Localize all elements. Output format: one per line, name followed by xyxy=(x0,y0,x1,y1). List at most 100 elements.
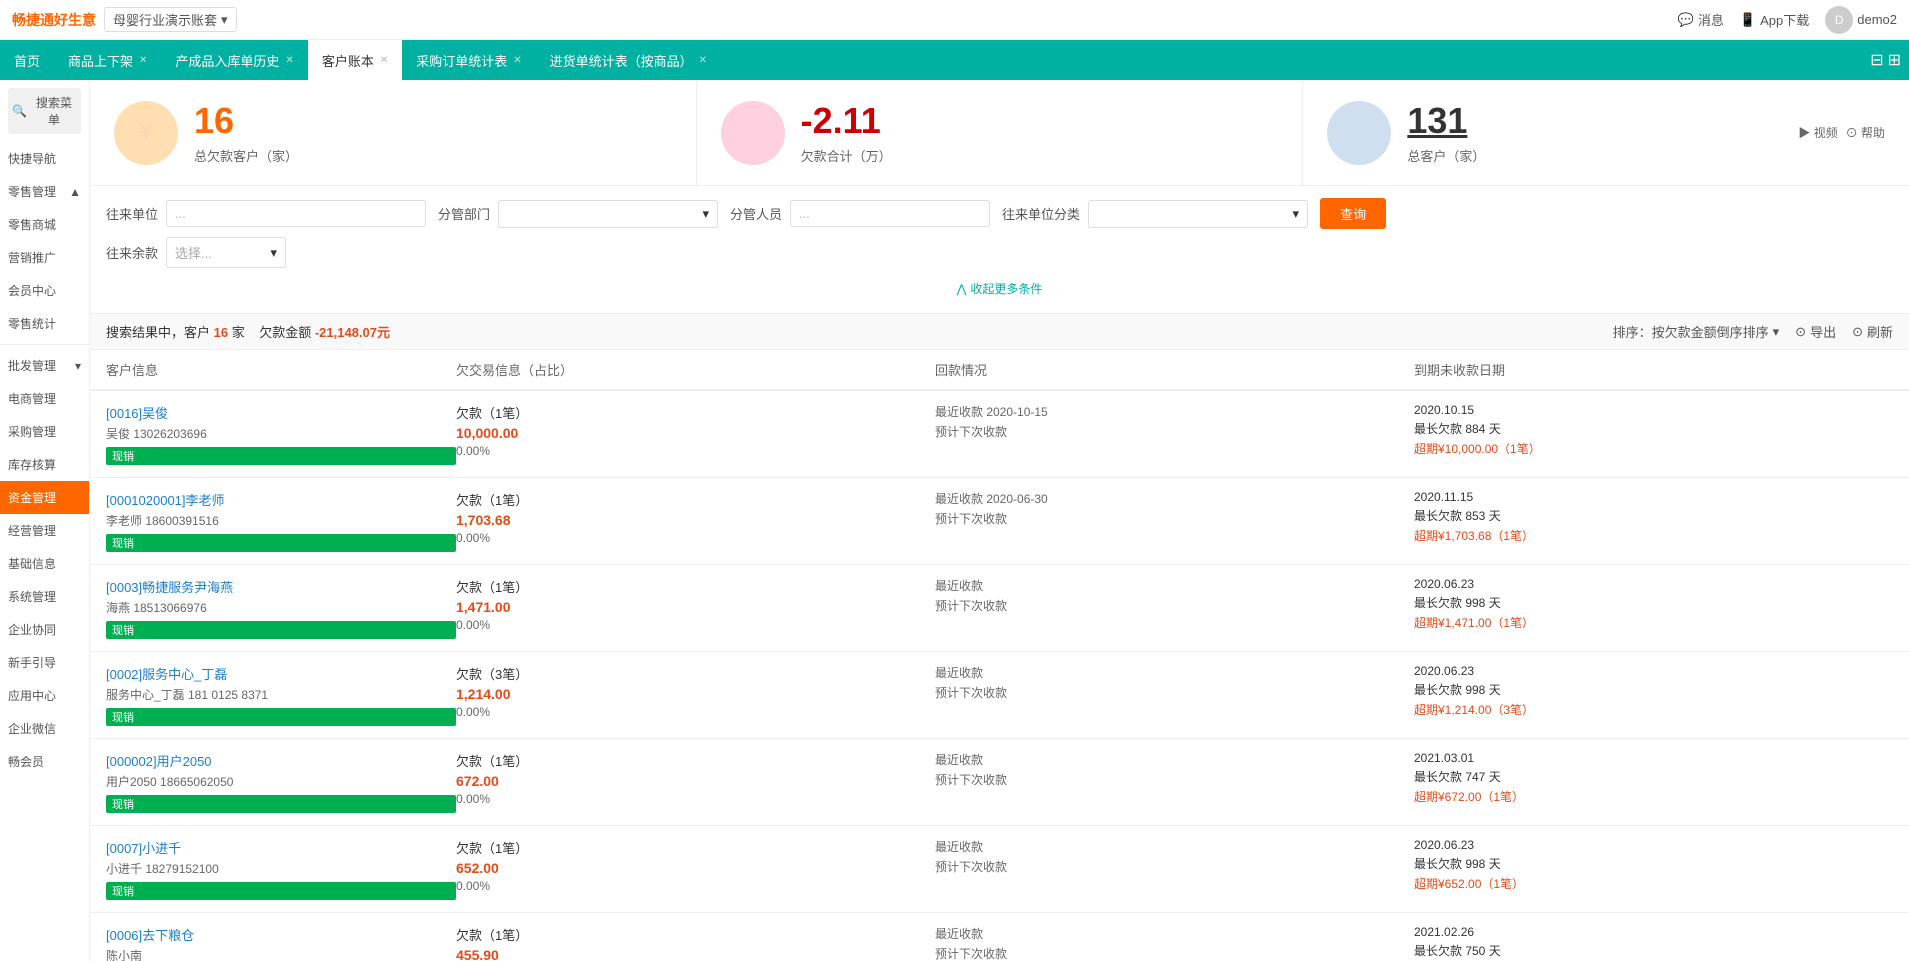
stat-icon-total xyxy=(1327,101,1391,165)
close-icon[interactable]: ✕ xyxy=(285,55,293,66)
customer-phone-3: 服务中心_丁磊 181 0125 8371 xyxy=(106,686,456,703)
sidebar-item-retail-mall[interactable]: 零售商城 xyxy=(0,208,89,241)
sidebar-item-member[interactable]: 会员中心 xyxy=(0,274,89,307)
customer-phone-2: 海燕 18513066976 xyxy=(106,599,456,616)
arrow-icon: ▲ xyxy=(69,185,81,199)
sidebar-item-marketing[interactable]: 营销推广 xyxy=(0,241,89,274)
dept-select[interactable]: ▾ xyxy=(498,200,718,228)
debt-count-0: 欠款（1笔） xyxy=(456,403,935,422)
customer-tag-3: 现销 xyxy=(106,708,456,726)
export-button[interactable]: ⊙ 导出 xyxy=(1795,322,1836,341)
customer-tag-0: 现销 xyxy=(106,447,456,465)
sidebar-item-app-center[interactable]: 应用中心 xyxy=(0,679,89,712)
data-table: 客户信息 欠交易信息（占比） 回款情况 到期未收款日期 [0016]吴俊 吴俊 … xyxy=(90,350,1909,961)
customer-count: 16 xyxy=(214,325,228,340)
overdue-link-5[interactable]: 超期¥652.00（1笔） xyxy=(1414,875,1893,892)
filter-area: 往来单位 ... 分管部门 ▾ 分管人员 xyxy=(90,186,1909,314)
debt-amount-0: 10,000.00 xyxy=(456,425,935,441)
stat-info-customers: 16 总欠款客户（家） xyxy=(194,100,298,165)
sidebar-item-capital[interactable]: 资金管理 xyxy=(0,481,89,514)
sidebar: 🔍 搜索菜单 快捷导航 零售管理 ▲ 零售商城 营销推广 会员中心 零售统计 xyxy=(0,80,90,961)
filter-row-2: 往来余款 选择... ▾ xyxy=(106,237,1893,268)
stat-value-total: 131 xyxy=(1407,100,1485,142)
search-button[interactable]: 查询 xyxy=(1320,198,1386,229)
customer-name-5[interactable]: [0007]小进千 xyxy=(106,838,456,857)
customer-info-6: [0006]去下粮仓 陈小南 现销 xyxy=(106,925,456,961)
sidebar-item-basic-info[interactable]: 基础信息 xyxy=(0,547,89,580)
customer-name-1[interactable]: [0001020001]李老师 xyxy=(106,490,456,509)
stat-value-debt: -2.11 xyxy=(801,100,892,142)
debt-info-3: 欠款（3笔） 1,214.00 0.00% xyxy=(456,664,935,719)
customer-phone-6: 陈小南 xyxy=(106,947,456,961)
stat-card-customers: ¥ 16 总欠款客户（家） xyxy=(90,80,697,185)
customer-tag-1: 现销 xyxy=(106,534,456,552)
close-icon[interactable]: ✕ xyxy=(380,55,388,66)
sort-selector[interactable]: 排序：按欠款金额倒序排序 ▾ xyxy=(1613,322,1780,341)
sidebar-item-retail-stats[interactable]: 零售统计 xyxy=(0,307,89,340)
overdue-link-0[interactable]: 超期¥10,000.00（1笔） xyxy=(1414,440,1893,457)
unit-category-select[interactable]: ▾ xyxy=(1088,200,1308,228)
remain-select[interactable]: 选择... ▾ xyxy=(166,237,286,268)
stat-icon-debt: ✦ xyxy=(721,101,785,165)
search-menu-button[interactable]: 🔍 搜索菜单 xyxy=(8,88,81,134)
tab-customer-account-label: 客户账本 xyxy=(322,51,374,70)
sidebar-item-batch-mgmt[interactable]: 批发管理 ▾ xyxy=(0,349,89,382)
sidebar-item-inventory[interactable]: 库存核算 xyxy=(0,448,89,481)
customer-name-2[interactable]: [0003]畅捷服务尹海燕 xyxy=(106,577,456,596)
tab-home[interactable]: 首页 xyxy=(0,40,54,80)
table-header: 客户信息 欠交易信息（占比） 回款情况 到期未收款日期 xyxy=(90,350,1909,391)
due-info-0: 2020.10.15 最长欠款 884 天 超期¥10,000.00（1笔） xyxy=(1414,403,1893,457)
sidebar-item-newbie[interactable]: 新手引导 xyxy=(0,646,89,679)
sidebar-item-changyou[interactable]: 畅会员 xyxy=(0,745,89,778)
tab-purchase-stats[interactable]: 进货单统计表（按商品） ✕ xyxy=(536,40,721,80)
tab-maximize-icon[interactable]: ⊞ xyxy=(1888,50,1901,70)
help-btn[interactable]: ⊙ 帮助 xyxy=(1846,124,1885,141)
due-info-2: 2020.06.23 最长欠款 998 天 超期¥1,471.00（1笔） xyxy=(1414,577,1893,631)
sidebar-item-retail-mgmt[interactable]: 零售管理 ▲ xyxy=(0,175,89,208)
user-profile[interactable]: D demo2 xyxy=(1825,6,1897,34)
close-icon[interactable]: ✕ xyxy=(699,55,707,66)
close-icon[interactable]: ✕ xyxy=(139,55,147,66)
tab-product-history[interactable]: 产成品入库单历史 ✕ xyxy=(161,40,307,80)
customer-name-3[interactable]: [0002]服务中心_丁磊 xyxy=(106,664,456,683)
close-icon[interactable]: ✕ xyxy=(513,55,521,66)
tab-purchase-order[interactable]: 采购订单统计表 ✕ xyxy=(402,40,535,80)
person-input[interactable]: ... xyxy=(790,200,990,227)
content-area: ¥ 16 总欠款客户（家） ✦ xyxy=(90,80,1909,961)
video-btn[interactable]: ▶ 视频 xyxy=(1798,124,1837,141)
debt-info-2: 欠款（1笔） 1,471.00 0.00% xyxy=(456,577,935,632)
collapse-button[interactable]: ⋀ 收起更多条件 xyxy=(957,280,1043,297)
filter-dept: 分管部门 ▾ xyxy=(438,200,718,228)
tab-goods[interactable]: 商品上下架 ✕ xyxy=(54,40,161,80)
sidebar-item-system[interactable]: 系统管理 xyxy=(0,580,89,613)
table-row: [0007]小进千 小进千 18279152100 现销 欠款（1笔） 652.… xyxy=(90,826,1909,913)
refresh-button[interactable]: ⊙ 刷新 xyxy=(1852,322,1893,341)
debt-info-4: 欠款（1笔） 672.00 0.00% xyxy=(456,751,935,806)
sidebar-item-enterprise-wechat[interactable]: 企业微信 xyxy=(0,712,89,745)
collection-info-4: 最近收款 预计下次收款 xyxy=(935,751,1414,788)
overdue-link-3[interactable]: 超期¥1,214.00（3笔） xyxy=(1414,701,1893,718)
tab-customer-account[interactable]: 客户账本 ✕ xyxy=(308,40,402,80)
company-selector[interactable]: 母婴行业演示账套 ▾ xyxy=(104,7,237,32)
stat-card-total: 131 总客户（家） ▶ 视频 ⊙ 帮助 xyxy=(1303,80,1909,185)
company-name: 母婴行业演示账套 xyxy=(113,10,217,29)
customer-name-6[interactable]: [0006]去下粮仓 xyxy=(106,925,456,944)
sidebar-item-business[interactable]: 经营管理 xyxy=(0,514,89,547)
overdue-link-4[interactable]: 超期¥672.00（1笔） xyxy=(1414,788,1893,805)
from-unit-input[interactable]: ... xyxy=(166,200,426,227)
customer-name-0[interactable]: [0016]吴俊 xyxy=(106,403,456,422)
filter-unit-category: 往来单位分类 ▾ xyxy=(1002,200,1308,228)
remain-placeholder: 选择... xyxy=(175,243,212,262)
table-row: [0006]去下粮仓 陈小南 现销 欠款（1笔） 455.90 0.00% 最近… xyxy=(90,913,1909,961)
customer-name-4[interactable]: [000002]用户2050 xyxy=(106,751,456,770)
sidebar-item-purchase[interactable]: 采购管理 xyxy=(0,415,89,448)
overdue-link-1[interactable]: 超期¥1,703.68（1笔） xyxy=(1414,527,1893,544)
top-bar-right: 💬 消息 📱 App下载 D demo2 xyxy=(1678,6,1897,34)
tab-minimize-icon[interactable]: ⊟ xyxy=(1870,50,1883,70)
app-download-btn[interactable]: 📱 App下载 xyxy=(1740,10,1809,29)
col-header-due: 到期未收款日期 xyxy=(1414,360,1893,379)
overdue-link-2[interactable]: 超期¥1,471.00（1笔） xyxy=(1414,614,1893,631)
sidebar-item-ecom[interactable]: 电商管理 xyxy=(0,382,89,415)
sidebar-item-enterprise-coop[interactable]: 企业协同 xyxy=(0,613,89,646)
message-btn[interactable]: 💬 消息 xyxy=(1678,10,1724,29)
